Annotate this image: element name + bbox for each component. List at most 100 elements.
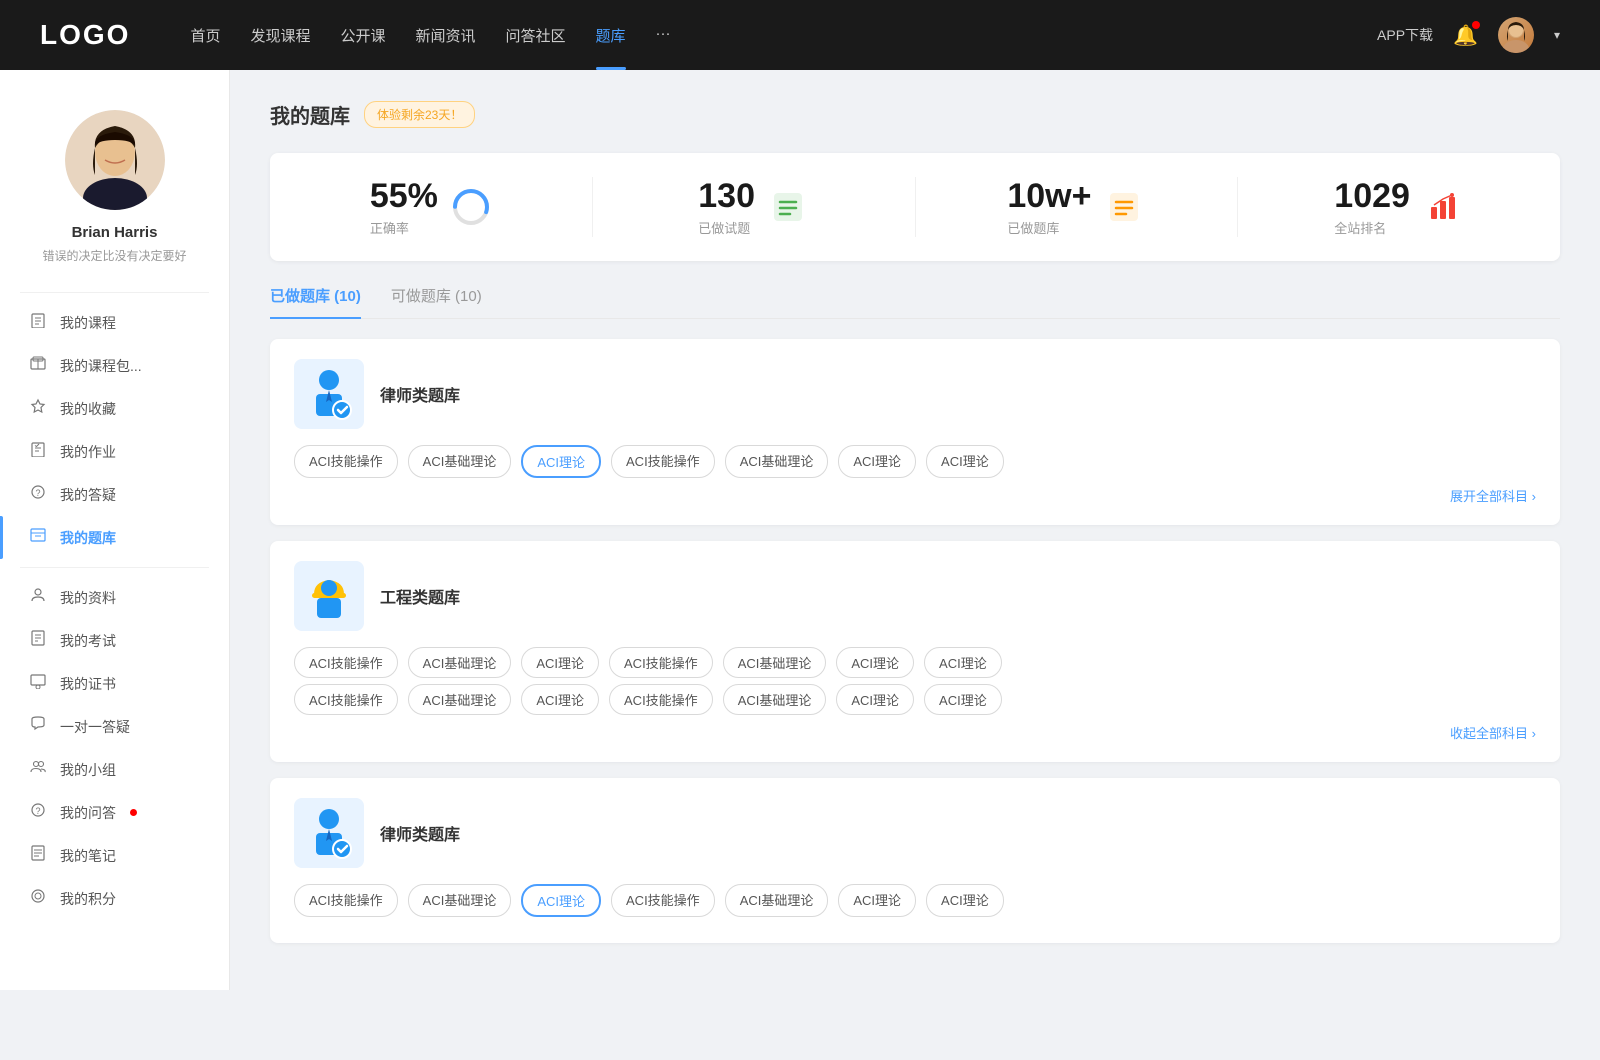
navbar: LOGO 首页 发现课程 公开课 新闻资讯 问答社区 题库 ··· APP下载 … bbox=[0, 0, 1600, 70]
avatar[interactable] bbox=[1498, 17, 1534, 53]
sidebar-profile: Brian Harris 错误的决定比没有决定要好 bbox=[0, 70, 229, 284]
nav-more[interactable]: ··· bbox=[656, 21, 671, 50]
sidebar-item-questions[interactable]: ? 我的答疑 bbox=[0, 473, 229, 516]
category-header-3: 律师类题库 bbox=[294, 798, 1536, 868]
tag-active[interactable]: ACI理论 bbox=[521, 445, 601, 478]
category-header-1: 律师类题库 bbox=[294, 359, 1536, 429]
sidebar-item-certificates[interactable]: 我的证书 bbox=[0, 662, 229, 705]
sidebar-item-course-package[interactable]: 我的课程包... bbox=[0, 344, 229, 387]
sidebar-item-profile[interactable]: 我的资料 bbox=[0, 576, 229, 619]
tag[interactable]: ACI基础理论 bbox=[725, 884, 829, 917]
user-menu-caret[interactable]: ▾ bbox=[1554, 28, 1560, 42]
tag[interactable]: ACI技能操作 bbox=[611, 884, 715, 917]
category-header-2: 工程类题库 bbox=[294, 561, 1536, 631]
sidebar-label: 我的课程包... bbox=[60, 356, 142, 376]
sidebar-item-my-qa[interactable]: ? 我的问答 bbox=[0, 791, 229, 834]
sidebar-item-notes[interactable]: 我的笔记 bbox=[0, 834, 229, 877]
bell-icon[interactable]: 🔔 bbox=[1453, 23, 1478, 48]
sidebar: Brian Harris 错误的决定比没有决定要好 我的课程 我的课程包... … bbox=[0, 70, 230, 990]
my-courses-icon bbox=[28, 312, 48, 333]
homework-icon bbox=[28, 441, 48, 462]
sidebar-divider-2 bbox=[20, 567, 209, 568]
app-download-button[interactable]: APP下载 bbox=[1377, 25, 1433, 45]
stat-done-banks-value: 10w+ bbox=[1007, 177, 1091, 216]
tag[interactable]: ACI基础理论 bbox=[408, 684, 512, 715]
nav-discover[interactable]: 发现课程 bbox=[250, 21, 310, 50]
tag[interactable]: ACI技能操作 bbox=[611, 445, 715, 478]
tag[interactable]: ACI理论 bbox=[924, 684, 1002, 715]
sidebar-item-quiz-bank[interactable]: 我的题库 bbox=[0, 516, 229, 559]
tag[interactable]: ACI技能操作 bbox=[294, 647, 398, 678]
sidebar-label: 我的证书 bbox=[60, 674, 116, 694]
stat-done-banks: 10w+ 已做题库 bbox=[916, 177, 1239, 237]
tag[interactable]: ACI基础理论 bbox=[408, 445, 512, 478]
sidebar-item-favorites[interactable]: 我的收藏 bbox=[0, 387, 229, 430]
stat-done-questions-value: 130 bbox=[698, 177, 755, 216]
tag[interactable]: ACI理论 bbox=[926, 445, 1004, 478]
nav-open-course[interactable]: 公开课 bbox=[340, 21, 385, 50]
tag[interactable]: ACI技能操作 bbox=[294, 445, 398, 478]
tag[interactable]: ACI理论 bbox=[838, 884, 916, 917]
tag[interactable]: ACI理论 bbox=[521, 684, 599, 715]
nav-news[interactable]: 新闻资讯 bbox=[416, 21, 476, 50]
tab-done-banks[interactable]: 已做题库 (10) bbox=[270, 285, 361, 318]
tag[interactable]: ACI技能操作 bbox=[609, 647, 713, 678]
course-package-icon bbox=[28, 355, 48, 376]
nav-home[interactable]: 首页 bbox=[190, 21, 220, 50]
expand-link-1[interactable]: 展开全部科目 › bbox=[294, 486, 1536, 505]
tag[interactable]: ACI理论 bbox=[926, 884, 1004, 917]
sidebar-label: 我的作业 bbox=[60, 442, 116, 462]
quiz-bank-icon bbox=[28, 527, 48, 548]
logo: LOGO bbox=[40, 19, 130, 51]
lawyer-category-icon-3 bbox=[294, 798, 364, 868]
nav-qa[interactable]: 问答社区 bbox=[506, 21, 566, 50]
chart-red-icon bbox=[1422, 186, 1464, 228]
trial-badge: 体验剩余23天！ bbox=[364, 101, 475, 128]
sidebar-item-exams[interactable]: 我的考试 bbox=[0, 619, 229, 662]
tag[interactable]: ACI理论 bbox=[838, 445, 916, 478]
tag[interactable]: ACI理论 bbox=[924, 647, 1002, 678]
tag[interactable]: ACI基础理论 bbox=[408, 884, 512, 917]
tag[interactable]: ACI基础理论 bbox=[725, 445, 829, 478]
certificates-icon bbox=[28, 673, 48, 694]
tab-available-banks[interactable]: 可做题库 (10) bbox=[391, 285, 482, 318]
tag[interactable]: ACI理论 bbox=[521, 647, 599, 678]
stat-rank-label: 全站排名 bbox=[1334, 218, 1410, 237]
sidebar-item-my-courses[interactable]: 我的课程 bbox=[0, 301, 229, 344]
stat-accuracy-value: 55% bbox=[370, 177, 438, 216]
navbar-right: APP下载 🔔 ▾ bbox=[1377, 17, 1560, 53]
tag[interactable]: ACI技能操作 bbox=[609, 684, 713, 715]
tag-active[interactable]: ACI理论 bbox=[521, 884, 601, 917]
tag[interactable]: ACI技能操作 bbox=[294, 684, 398, 715]
tag[interactable]: ACI理论 bbox=[836, 684, 914, 715]
nav-menu: 首页 发现课程 公开课 新闻资讯 问答社区 题库 ··· bbox=[190, 21, 1377, 50]
sidebar-item-groups[interactable]: 我的小组 bbox=[0, 748, 229, 791]
svg-text:?: ? bbox=[35, 806, 40, 816]
questions-icon: ? bbox=[28, 484, 48, 505]
groups-icon bbox=[28, 759, 48, 780]
accuracy-pie-icon bbox=[450, 186, 492, 228]
tag[interactable]: ACI基础理论 bbox=[723, 684, 827, 715]
tag[interactable]: ACI理论 bbox=[836, 647, 914, 678]
favorites-icon bbox=[28, 398, 48, 419]
tags-row-2-1: ACI技能操作 ACI基础理论 ACI理论 ACI技能操作 ACI基础理论 AC… bbox=[294, 684, 1536, 715]
sidebar-item-one-on-one[interactable]: 一对一答疑 bbox=[0, 705, 229, 748]
collapse-link-2[interactable]: 收起全部科目 › bbox=[294, 723, 1536, 742]
category-title-2: 工程类题库 bbox=[380, 584, 460, 608]
category-title-1: 律师类题库 bbox=[380, 382, 460, 406]
profile-motto: 错误的决定比没有决定要好 bbox=[42, 247, 186, 264]
sidebar-label: 我的积分 bbox=[60, 889, 116, 909]
list-green-icon bbox=[767, 186, 809, 228]
tag[interactable]: ACI基础理论 bbox=[723, 647, 827, 678]
sidebar-label: 一对一答疑 bbox=[60, 717, 130, 737]
tab-row: 已做题库 (10) 可做题库 (10) bbox=[270, 285, 1560, 319]
sidebar-label: 我的笔记 bbox=[60, 846, 116, 866]
lawyer-category-icon bbox=[294, 359, 364, 429]
sidebar-item-points[interactable]: 我的积分 bbox=[0, 877, 229, 920]
notes-icon bbox=[28, 845, 48, 866]
tag[interactable]: ACI基础理论 bbox=[408, 647, 512, 678]
nav-quiz[interactable]: 题库 bbox=[596, 21, 626, 50]
sidebar-label: 我的资料 bbox=[60, 588, 116, 608]
tag[interactable]: ACI技能操作 bbox=[294, 884, 398, 917]
sidebar-item-homework[interactable]: 我的作业 bbox=[0, 430, 229, 473]
